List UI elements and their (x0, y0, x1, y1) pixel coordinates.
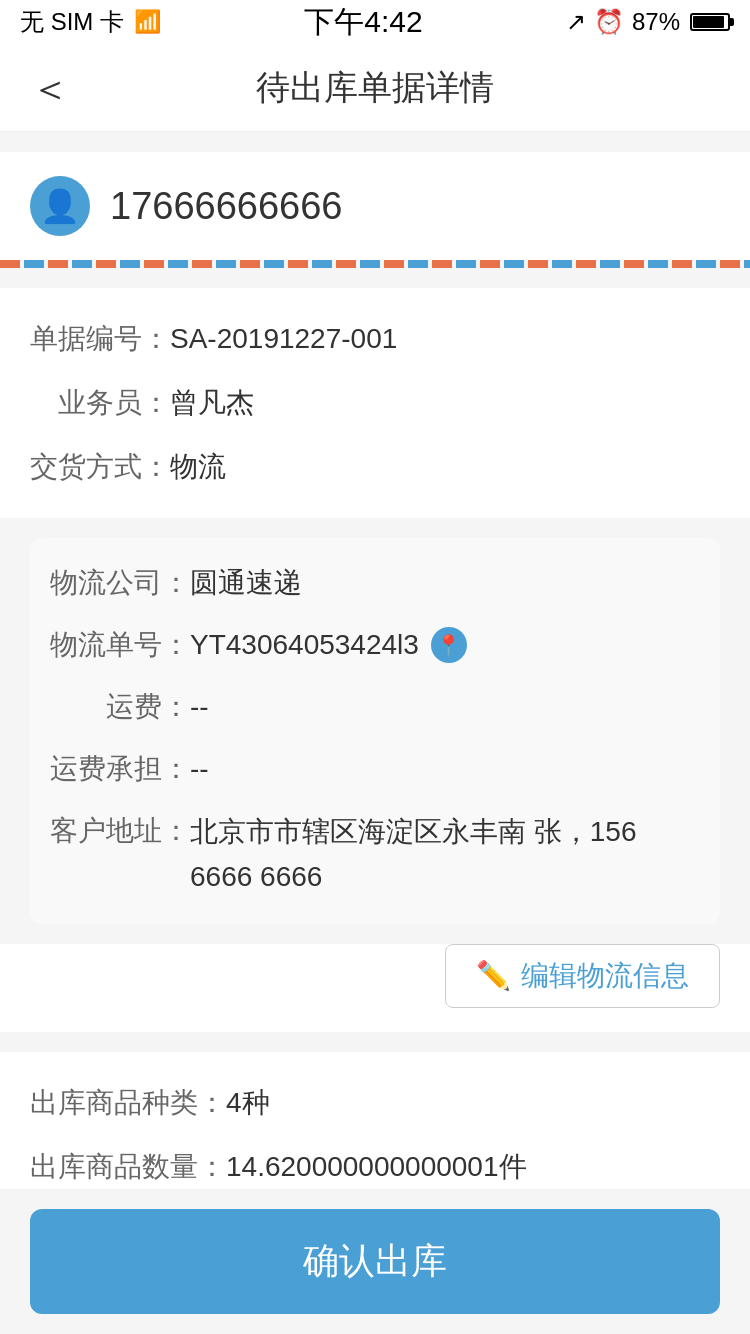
carrier-label: 无 SIM 卡 (20, 6, 124, 38)
status-left: 无 SIM 卡 📶 (20, 6, 161, 38)
freight-bearer-label: 运费承担： (50, 748, 190, 790)
confirm-button[interactable]: 确认出库 (30, 1209, 720, 1314)
sales-person-row: 业务员： 曾凡杰 (30, 382, 720, 424)
alarm-icon: ⏰ (594, 8, 624, 36)
document-number-value: SA-20191227-001 (170, 318, 720, 360)
sales-person-label: 业务员： (30, 382, 170, 424)
user-phone: 17666666666 (110, 185, 342, 228)
freight-bearer-row: 运费承担： -- (50, 748, 700, 790)
section-divider (0, 1032, 750, 1052)
logistics-company-value: 圆通速递 (190, 562, 700, 604)
product-types-label: 出库商品种类： (30, 1082, 226, 1124)
tracking-location-icon[interactable]: 📍 (431, 627, 467, 663)
address-label: 客户地址： (50, 810, 190, 852)
freight-row: 运费： -- (50, 686, 700, 728)
sales-person-value: 曾凡杰 (170, 382, 720, 424)
back-button[interactable]: ＜ (30, 68, 70, 108)
freight-bearer-value: -- (190, 748, 700, 790)
edit-logistics-label: 编辑物流信息 (521, 957, 689, 995)
tracking-number-label: 物流单号： (50, 624, 190, 666)
tracking-number-row: 物流单号： YT43064053424l3 📍 (50, 624, 700, 666)
nav-bar: ＜ 待出库单据详情 (0, 44, 750, 132)
tracking-number-value: YT43064053424l3 📍 (190, 624, 700, 666)
battery-label: 87% (632, 8, 680, 36)
edit-logistics-button[interactable]: ✏️ 编辑物流信息 (445, 944, 720, 1008)
edit-icon: ✏️ (476, 959, 511, 992)
delivery-method-label: 交货方式： (30, 446, 170, 488)
freight-value: -- (190, 686, 700, 728)
product-quantity-label: 出库商品数量： (30, 1146, 226, 1188)
product-quantity-value: 14.620000000000001件 (226, 1146, 720, 1188)
freight-label: 运费： (50, 686, 190, 728)
location-service-icon: ↗ (566, 8, 586, 36)
nav-title: 待出库单据详情 (256, 65, 494, 111)
logistics-card: 物流公司： 圆通速递 物流单号： YT43064053424l3 📍 运费： -… (30, 538, 720, 924)
basic-info-section: 单据编号： SA-20191227-001 业务员： 曾凡杰 交货方式： 物流 (0, 288, 750, 518)
delivery-method-row: 交货方式： 物流 (30, 446, 720, 488)
document-number-label: 单据编号： (30, 318, 170, 360)
battery-icon (690, 13, 730, 31)
product-types-row: 出库商品种类： 4种 (30, 1082, 720, 1124)
avatar-icon: 👤 (40, 187, 80, 225)
product-types-value: 4种 (226, 1082, 720, 1124)
address-value: 北京市市辖区海淀区永丰南 张，156 6666 6666 (190, 810, 700, 900)
user-header: 👤 17666666666 (0, 152, 750, 260)
wifi-icon: 📶 (134, 9, 161, 35)
tracking-number-text: YT43064053424l3 (190, 624, 419, 666)
logistics-company-label: 物流公司： (50, 562, 190, 604)
product-quantity-row: 出库商品数量： 14.620000000000001件 (30, 1146, 720, 1188)
document-number-row: 单据编号： SA-20191227-001 (30, 318, 720, 360)
confirm-button-wrap: 确认出库 (0, 1189, 750, 1334)
avatar: 👤 (30, 176, 90, 236)
edit-logistics-section: ✏️ 编辑物流信息 (0, 944, 750, 1032)
status-time: 下午4:42 (304, 2, 422, 43)
status-right: ↗ ⏰ 87% (566, 8, 730, 36)
dashed-divider (0, 260, 750, 268)
address-row: 客户地址： 北京市市辖区海淀区永丰南 张，156 6666 6666 (50, 810, 700, 900)
status-bar: 无 SIM 卡 📶 下午4:42 ↗ ⏰ 87% (0, 0, 750, 44)
logistics-company-row: 物流公司： 圆通速递 (50, 562, 700, 604)
delivery-method-value: 物流 (170, 446, 720, 488)
